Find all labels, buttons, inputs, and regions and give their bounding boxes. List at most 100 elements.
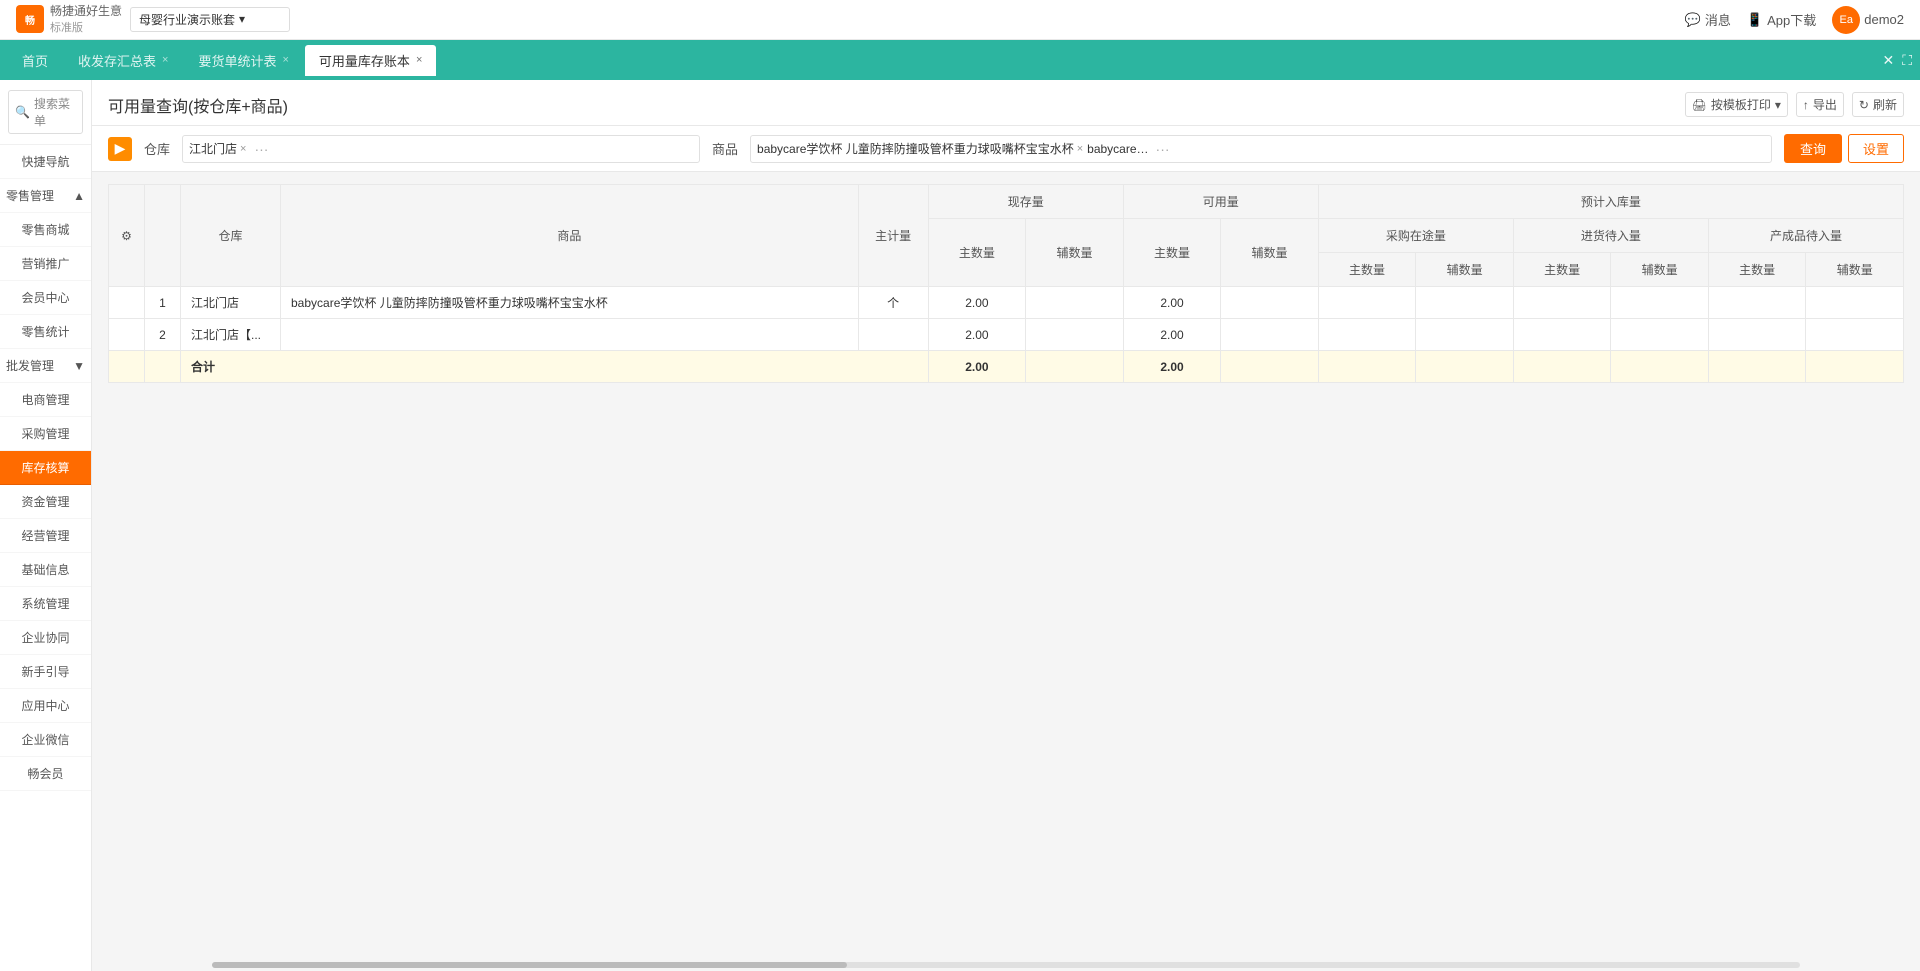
tab-available-inventory[interactable]: 可用量库存账本 × bbox=[305, 45, 436, 76]
td-row1-avail-aux bbox=[1221, 287, 1319, 319]
avatar: Ea bbox=[1832, 6, 1860, 34]
th-available: 可用量 bbox=[1123, 185, 1318, 219]
td-row2-stock-aux bbox=[1026, 319, 1124, 351]
sidebar-item-basic-info[interactable]: 基础信息 bbox=[0, 553, 91, 587]
app-download-btn[interactable]: 📱 App下载 bbox=[1747, 10, 1816, 29]
th-pt-main: 主数量 bbox=[1318, 253, 1416, 287]
td-gear bbox=[109, 287, 145, 319]
th-gp-main: 主数量 bbox=[1513, 253, 1611, 287]
scroll-thumb[interactable] bbox=[212, 962, 847, 968]
maximize-icon[interactable]: ⛶ bbox=[1902, 52, 1912, 69]
td-summary-label: 合计 bbox=[181, 351, 929, 383]
sidebar-item-enterprise-wechat[interactable]: 企业微信 bbox=[0, 723, 91, 757]
td-row2-warehouse: 江北门店【... bbox=[181, 319, 281, 351]
th-product: 商品 bbox=[281, 185, 859, 287]
th-pp-aux: 辅数量 bbox=[1806, 253, 1904, 287]
chevron-down-icon: ▾ bbox=[239, 12, 245, 26]
td-row2-pt-main bbox=[1318, 319, 1416, 351]
search-icon: 🔍 bbox=[15, 105, 30, 119]
sidebar-item-ops-mgmt[interactable]: 经营管理 bbox=[0, 519, 91, 553]
chevron-down-icon-print: ▾ bbox=[1775, 98, 1781, 112]
sidebar-item-retail-shop[interactable]: 零售商城 bbox=[0, 213, 91, 247]
account-selector[interactable]: 母婴行业演示账套 ▾ bbox=[130, 7, 290, 32]
message-btn[interactable]: 💬 消息 bbox=[1685, 10, 1731, 29]
th-goods-pending: 进货待入量 bbox=[1513, 219, 1708, 253]
sidebar-item-retail-mgmt[interactable]: 零售管理 ▲ bbox=[0, 179, 91, 213]
warehouse-more-btn[interactable]: ··· bbox=[254, 141, 268, 157]
tab-close-recv[interactable]: × bbox=[162, 54, 168, 66]
top-bar-left: 畅 畅捷通好生意 标准版 母婴行业演示账套 ▾ bbox=[16, 4, 290, 34]
sidebar-item-wholesale-mgmt[interactable]: 批发管理 ▼ bbox=[0, 349, 91, 383]
sidebar: 🔍 搜索菜单 快捷导航 零售管理 ▲ 零售商城 营销推广 会员中心 零售统计 批… bbox=[0, 80, 92, 971]
logo-icon: 畅 bbox=[16, 5, 44, 33]
td-summary-avail-main: 2.00 bbox=[1123, 351, 1221, 383]
td-summary-stock-main: 2.00 bbox=[928, 351, 1026, 383]
chevron-icon: ▲ bbox=[73, 189, 85, 203]
scroll-track bbox=[212, 962, 1800, 968]
sidebar-item-quick-nav[interactable]: 快捷导航 bbox=[0, 145, 91, 179]
top-bar-right: 💬 消息 📱 App下载 Ea demo2 bbox=[1685, 6, 1904, 34]
tab-order-stats[interactable]: 要货单统计表 × bbox=[184, 45, 302, 76]
warehouse-tag: 江北门店 × bbox=[189, 140, 246, 157]
export-btn[interactable]: ↑ 导出 bbox=[1796, 92, 1844, 117]
filter-toggle-btn[interactable]: ▶ bbox=[108, 137, 132, 161]
td-row1-pp-main bbox=[1708, 287, 1806, 319]
sidebar-item-member-vip[interactable]: 畅会员 bbox=[0, 757, 91, 791]
product-filter-tags[interactable]: babycare学饮杯 儿童防摔防撞吸管杯重力球吸嘴杯宝宝水杯 × babyca… bbox=[750, 135, 1772, 163]
logo-text: 畅捷通好生意 标准版 bbox=[50, 4, 122, 34]
print-template-btn[interactable]: 🖨 按模板打印 ▾ bbox=[1685, 92, 1788, 117]
tab-close-order[interactable]: × bbox=[282, 54, 288, 66]
td-summary-avail-aux bbox=[1221, 351, 1319, 383]
td-summary-gp-main bbox=[1513, 351, 1611, 383]
tab-recv-summary[interactable]: 收发存汇总表 × bbox=[64, 45, 182, 76]
user-profile-btn[interactable]: Ea demo2 bbox=[1832, 6, 1904, 34]
sidebar-item-purchase-mgmt[interactable]: 采购管理 bbox=[0, 417, 91, 451]
td-row1-gp-aux bbox=[1611, 287, 1709, 319]
settings-gear-icon[interactable]: ⚙ bbox=[121, 229, 132, 243]
close-window-icon[interactable]: ✕ bbox=[1882, 52, 1894, 69]
th-stock-main: 主数量 bbox=[928, 219, 1026, 287]
sidebar-item-app-center[interactable]: 应用中心 bbox=[0, 689, 91, 723]
sidebar-item-ecommerce[interactable]: 电商管理 bbox=[0, 383, 91, 417]
settings-button[interactable]: 设置 bbox=[1848, 134, 1904, 163]
sidebar-item-enterprise-collab[interactable]: 企业协同 bbox=[0, 621, 91, 655]
sidebar-item-retail-stats[interactable]: 零售统计 bbox=[0, 315, 91, 349]
sidebar-item-inventory-check[interactable]: 库存核算 bbox=[0, 451, 91, 485]
sidebar-item-marketing[interactable]: 营销推广 bbox=[0, 247, 91, 281]
td-summary-gear bbox=[109, 351, 145, 383]
sidebar-search[interactable]: 🔍 搜索菜单 bbox=[0, 80, 91, 145]
warehouse-filter-tags[interactable]: 江北门店 × ··· bbox=[182, 135, 700, 163]
query-button[interactable]: 查询 bbox=[1784, 134, 1842, 163]
td-row2-num: 2 bbox=[145, 319, 181, 351]
print-icon: 🖨 bbox=[1692, 98, 1707, 112]
product-tag-1-remove[interactable]: × bbox=[1077, 143, 1083, 155]
table-container: ⚙ 仓库 商品 主计量 现存量 可用量 预计入库量 主数量 辅数量 主数量 bbox=[92, 172, 1920, 959]
sidebar-item-system-mgmt[interactable]: 系统管理 bbox=[0, 587, 91, 621]
tab-controls: ✕ ⛶ bbox=[1882, 52, 1912, 69]
td-row2-stock-main: 2.00 bbox=[928, 319, 1026, 351]
sidebar-item-member-center[interactable]: 会员中心 bbox=[0, 281, 91, 315]
td-row1-pt-main bbox=[1318, 287, 1416, 319]
main-layout: 🔍 搜索菜单 快捷导航 零售管理 ▲ 零售商城 营销推广 会员中心 零售统计 批… bbox=[0, 80, 1920, 971]
th-stock-aux: 辅数量 bbox=[1026, 219, 1124, 287]
td-summary-pp-aux bbox=[1806, 351, 1904, 383]
horizontal-scrollbar[interactable] bbox=[92, 959, 1920, 971]
sidebar-item-finance-mgmt[interactable]: 资金管理 bbox=[0, 485, 91, 519]
tab-bar: 首页 收发存汇总表 × 要货单统计表 × 可用量库存账本 × ✕ ⛶ bbox=[0, 40, 1920, 80]
th-gp-aux: 辅数量 bbox=[1611, 253, 1709, 287]
th-gear: ⚙ bbox=[109, 185, 145, 287]
search-menu-box[interactable]: 🔍 搜索菜单 bbox=[8, 90, 83, 134]
td-summary-pp-main bbox=[1708, 351, 1806, 383]
product-tag-1: babycare学饮杯 儿童防摔防撞吸管杯重力球吸嘴杯宝宝水杯 × bbox=[757, 140, 1083, 157]
td-row2-product bbox=[281, 319, 859, 351]
td-row1-product: babycare学饮杯 儿童防摔防撞吸管杯重力球吸嘴杯宝宝水杯 bbox=[281, 287, 859, 319]
logo-area: 畅 畅捷通好生意 标准版 bbox=[16, 4, 122, 34]
warehouse-tag-remove[interactable]: × bbox=[240, 143, 246, 155]
refresh-btn[interactable]: ↻ 刷新 bbox=[1852, 92, 1904, 117]
tab-home[interactable]: 首页 bbox=[8, 45, 62, 76]
td-row2-pt-aux bbox=[1416, 319, 1514, 351]
td-row2-gp-main bbox=[1513, 319, 1611, 351]
sidebar-item-new-guide[interactable]: 新手引导 bbox=[0, 655, 91, 689]
product-more-btn[interactable]: ··· bbox=[1156, 141, 1170, 157]
tab-close-inventory[interactable]: × bbox=[416, 54, 422, 66]
